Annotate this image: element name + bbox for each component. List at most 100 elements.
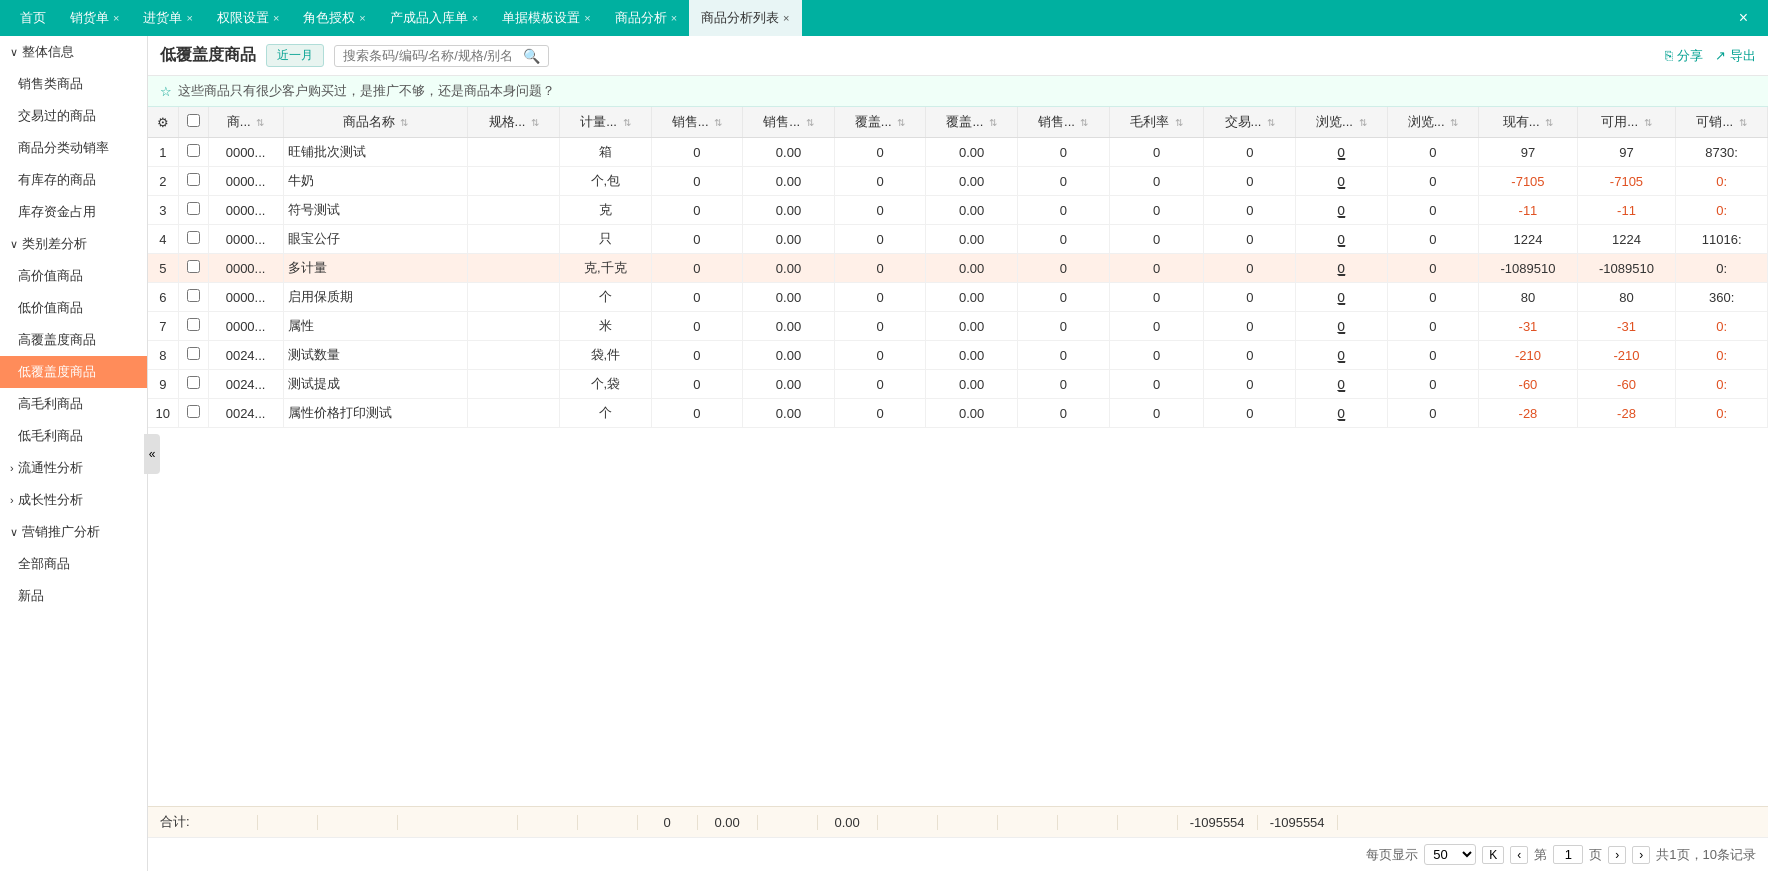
row-checkbox[interactable]: [178, 138, 208, 167]
col-sales3[interactable]: 销售... ⇅: [1017, 107, 1109, 138]
first-page-button[interactable]: K: [1482, 846, 1504, 864]
nav-close-icon[interactable]: ×: [671, 12, 677, 24]
sidebar-item-high-coverage[interactable]: 高覆盖度商品: [0, 324, 147, 356]
row-browse1[interactable]: 0̲: [1296, 370, 1388, 399]
row-stock3: 0:: [1676, 341, 1768, 370]
row-browse1[interactable]: 0̲: [1296, 254, 1388, 283]
row-browse1[interactable]: 0̲: [1296, 138, 1388, 167]
row-checkbox[interactable]: [178, 312, 208, 341]
col-name[interactable]: 商品名称 ⇅: [283, 107, 468, 138]
col-margin[interactable]: 毛利率 ⇅: [1109, 107, 1204, 138]
sidebar-group-liquidity[interactable]: › 流通性分析: [0, 452, 147, 484]
row-name[interactable]: 属性: [283, 312, 468, 341]
sidebar-collapse-button[interactable]: «: [144, 434, 160, 474]
row-checkbox[interactable]: [178, 399, 208, 428]
col-spec[interactable]: 规格... ⇅: [468, 107, 560, 138]
col-stock1[interactable]: 现有... ⇅: [1479, 107, 1578, 138]
sidebar: ∨ 整体信息 销售类商品 交易过的商品 商品分类动销率 有库存的商品 库存资金占…: [0, 36, 148, 871]
col-checkbox[interactable]: [178, 107, 208, 138]
row-margin: 0: [1109, 312, 1204, 341]
page-number-input[interactable]: [1553, 845, 1583, 864]
export-button[interactable]: ↗ 导出: [1715, 47, 1756, 65]
sidebar-item-new-goods[interactable]: 新品: [0, 580, 147, 612]
row-name[interactable]: 属性价格打印测试: [283, 399, 468, 428]
row-browse1[interactable]: 0̲: [1296, 283, 1388, 312]
row-checkbox[interactable]: [178, 370, 208, 399]
col-sales1[interactable]: 销售... ⇅: [651, 107, 743, 138]
row-checkbox[interactable]: [178, 167, 208, 196]
row-checkbox[interactable]: [178, 196, 208, 225]
row-name[interactable]: 牛奶: [283, 167, 468, 196]
sidebar-item-stock-capital[interactable]: 库存资金占用: [0, 196, 147, 228]
prev-page-button[interactable]: ‹: [1510, 846, 1528, 864]
col-stock2[interactable]: 可用... ⇅: [1577, 107, 1676, 138]
row-name[interactable]: 旺铺批次测试: [283, 138, 468, 167]
row-name[interactable]: 测试数量: [283, 341, 468, 370]
sidebar-item-sales-goods[interactable]: 销售类商品: [0, 68, 147, 100]
sidebar-group-marketing[interactable]: ∨ 营销推广分析: [0, 516, 147, 548]
nav-close-icon[interactable]: ×: [584, 12, 590, 24]
row-name[interactable]: 眼宝公仔: [283, 225, 468, 254]
row-checkbox[interactable]: [178, 341, 208, 370]
select-all-checkbox[interactable]: [187, 114, 200, 127]
row-checkbox[interactable]: [178, 254, 208, 283]
col-sales2[interactable]: 销售... ⇅: [743, 107, 835, 138]
row-browse1[interactable]: 0̲: [1296, 196, 1388, 225]
row-name[interactable]: 符号测试: [283, 196, 468, 225]
col-browse1[interactable]: 浏览... ⇅: [1296, 107, 1388, 138]
nav-close-icon[interactable]: ×: [783, 12, 789, 24]
nav-close-icon[interactable]: ×: [186, 12, 192, 24]
nav-sales-order[interactable]: 销货单 ×: [58, 0, 131, 36]
row-name[interactable]: 测试提成: [283, 370, 468, 399]
sidebar-item-traded-goods[interactable]: 交易过的商品: [0, 100, 147, 132]
sidebar-item-all-goods[interactable]: 全部商品: [0, 548, 147, 580]
col-stock3[interactable]: 可销... ⇅: [1676, 107, 1768, 138]
nav-product-analysis[interactable]: 商品分析 ×: [603, 0, 689, 36]
row-browse1[interactable]: 0̲: [1296, 341, 1388, 370]
col-settings[interactable]: ⚙: [148, 107, 178, 138]
col-coverage2[interactable]: 覆盖... ⇅: [926, 107, 1018, 138]
row-browse1[interactable]: 0̲: [1296, 312, 1388, 341]
nav-home[interactable]: 首页: [8, 0, 58, 36]
col-code[interactable]: 商... ⇅: [208, 107, 283, 138]
col-unit[interactable]: 计量... ⇅: [560, 107, 652, 138]
sidebar-item-low-coverage[interactable]: 低覆盖度商品: [0, 356, 147, 388]
row-checkbox[interactable]: [178, 225, 208, 254]
nav-close-icon[interactable]: ×: [472, 12, 478, 24]
row-browse2: 0: [1387, 312, 1479, 341]
nav-product-warehouse[interactable]: 产成品入库单 ×: [378, 0, 490, 36]
nav-close-icon[interactable]: ×: [273, 12, 279, 24]
nav-role-auth[interactable]: 角色授权 ×: [291, 0, 377, 36]
col-browse2[interactable]: 浏览... ⇅: [1387, 107, 1479, 138]
sidebar-item-low-value[interactable]: 低价值商品: [0, 292, 147, 324]
sidebar-item-stock-goods[interactable]: 有库存的商品: [0, 164, 147, 196]
share-button[interactable]: ⎘ 分享: [1665, 47, 1703, 65]
col-transaction[interactable]: 交易... ⇅: [1204, 107, 1296, 138]
nav-purchase-order[interactable]: 进货单 ×: [131, 0, 204, 36]
sidebar-item-high-margin[interactable]: 高毛利商品: [0, 388, 147, 420]
nav-close-icon[interactable]: ×: [359, 12, 365, 24]
row-name[interactable]: 多计量: [283, 254, 468, 283]
sidebar-group-category[interactable]: ∨ 类别差分析: [0, 228, 147, 260]
sidebar-item-high-value[interactable]: 高价值商品: [0, 260, 147, 292]
row-browse1[interactable]: 0̲: [1296, 225, 1388, 254]
sidebar-item-category-rate[interactable]: 商品分类动销率: [0, 132, 147, 164]
row-browse1[interactable]: 0̲: [1296, 167, 1388, 196]
nav-permissions[interactable]: 权限设置 ×: [205, 0, 291, 36]
sidebar-group-growth[interactable]: › 成长性分析: [0, 484, 147, 516]
sidebar-item-low-margin[interactable]: 低毛利商品: [0, 420, 147, 452]
last-page-button[interactable]: ›: [1632, 846, 1650, 864]
nav-product-analysis-list[interactable]: 商品分析列表 ×: [689, 0, 801, 36]
per-page-select[interactable]: 50 100 200: [1424, 844, 1476, 865]
nav-close-icon[interactable]: ×: [113, 12, 119, 24]
nav-template-settings[interactable]: 单据模板设置 ×: [490, 0, 602, 36]
row-browse1[interactable]: 0̲: [1296, 399, 1388, 428]
sidebar-group-overall[interactable]: ∨ 整体信息: [0, 36, 147, 68]
col-coverage1[interactable]: 覆盖... ⇅: [834, 107, 926, 138]
window-close-button[interactable]: ×: [1727, 9, 1760, 27]
search-input[interactable]: [343, 48, 523, 63]
time-filter-button[interactable]: 近一月: [266, 44, 324, 67]
row-checkbox[interactable]: [178, 283, 208, 312]
row-name[interactable]: 启用保质期: [283, 283, 468, 312]
next-page-button[interactable]: ›: [1608, 846, 1626, 864]
